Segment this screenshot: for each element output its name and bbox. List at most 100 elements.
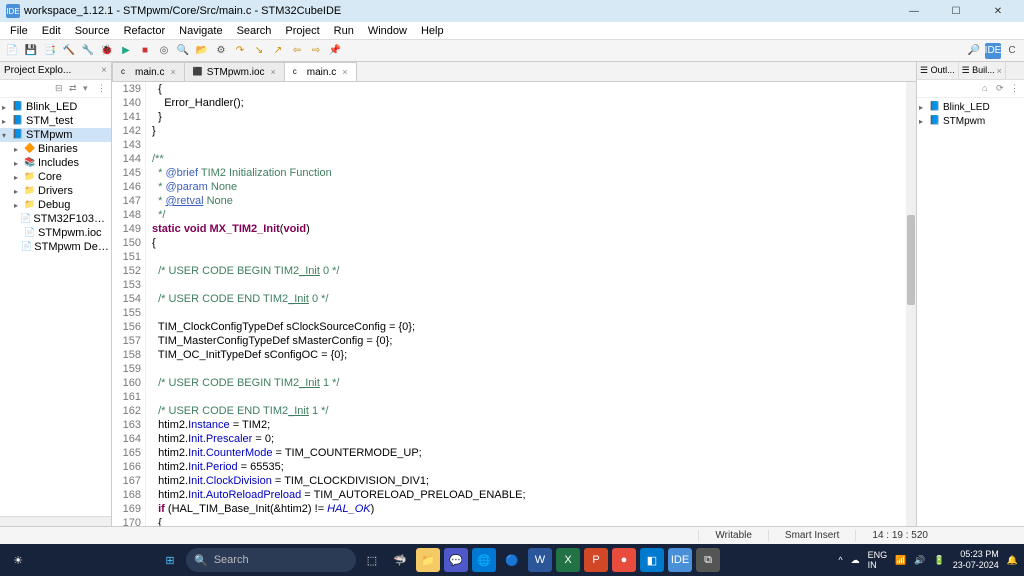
task-view-icon[interactable]: ⬚: [360, 548, 384, 572]
chrome-icon[interactable]: 🔵: [500, 548, 524, 572]
maximize-button[interactable]: ☐: [936, 1, 976, 21]
tree-item[interactable]: ▸📘STM_test: [0, 114, 111, 128]
code-body[interactable]: { Error_Handler(); } } /** * @brief TIM2…: [146, 82, 916, 526]
tree-item[interactable]: 📄STM32F103C8TX_FLAS: [0, 212, 111, 226]
open-type-icon[interactable]: ◎: [156, 43, 172, 59]
tree-item[interactable]: ▾📘STMpwm: [0, 128, 111, 142]
quick-access-icon[interactable]: 🔎: [966, 43, 982, 59]
tree-item[interactable]: ▸📁Drivers: [0, 184, 111, 198]
tree-item[interactable]: ▸📘STMpwm: [917, 114, 1024, 128]
notifications-icon[interactable]: 🔔: [1007, 555, 1018, 566]
debug-icon[interactable]: 🐞: [99, 43, 115, 59]
save-all-icon[interactable]: 📑: [42, 43, 58, 59]
collapse-all-icon[interactable]: ⊟: [55, 83, 67, 95]
word-icon[interactable]: W: [528, 548, 552, 572]
tree-item[interactable]: ▸📚Includes: [0, 156, 111, 170]
menu-search[interactable]: Search: [231, 23, 278, 39]
project-explorer-toolbar: ⊟ ⇄ ▾ ⋮: [0, 80, 111, 98]
hammer-icon[interactable]: 🔨: [61, 43, 77, 59]
folder-icon[interactable]: 📂: [194, 43, 210, 59]
wrench-icon[interactable]: 🔧: [80, 43, 96, 59]
minimize-button[interactable]: —: [894, 1, 934, 21]
right-tab[interactable]: ☰ Buil...×: [959, 62, 1006, 79]
search-icon[interactable]: 🔍: [175, 43, 191, 59]
tab-close-icon[interactable]: ×: [342, 67, 347, 77]
menu-navigate[interactable]: Navigate: [173, 23, 228, 39]
serial-icon[interactable]: ⧉: [696, 548, 720, 572]
battery-icon[interactable]: 🔋: [934, 555, 945, 566]
step-into-icon[interactable]: ↘: [251, 43, 267, 59]
right-panel: ☰ Outl...☰ Buil...× ⌂ ⟳ ⋮ ▸📘Blink_LED▸📘S…: [916, 62, 1024, 526]
view-menu-icon[interactable]: ⋮: [1010, 83, 1022, 95]
menu-file[interactable]: File: [4, 23, 34, 39]
home-icon[interactable]: ⌂: [982, 83, 994, 95]
refresh-icon[interactable]: ⟳: [996, 83, 1008, 95]
editor-tab[interactable]: cmain.c×: [284, 62, 357, 81]
excel-icon[interactable]: X: [556, 548, 580, 572]
tree-item[interactable]: ▸📘Blink_LED: [917, 100, 1024, 114]
editor-tab[interactable]: ⬛STMpwm.ioc×: [184, 62, 285, 81]
app-icon[interactable]: ●: [612, 548, 636, 572]
step-over-icon[interactable]: ↷: [232, 43, 248, 59]
lang-indicator[interactable]: ENG IN: [868, 550, 888, 570]
right-tab[interactable]: ☰ Outl...: [917, 62, 959, 79]
menu-edit[interactable]: Edit: [36, 23, 67, 39]
perspective-c-icon[interactable]: C: [1004, 43, 1020, 59]
chevron-up-icon[interactable]: ^: [838, 555, 842, 565]
scrollbar-thumb[interactable]: [907, 215, 915, 305]
weather-icon[interactable]: ☀: [6, 548, 30, 572]
panel-close-icon[interactable]: ×: [101, 65, 107, 76]
step-return-icon[interactable]: ↗: [270, 43, 286, 59]
tree-item[interactable]: 📄STMpwm Debug.laun: [0, 240, 111, 254]
tab-close-icon[interactable]: ×: [271, 67, 276, 77]
menu-run[interactable]: Run: [328, 23, 360, 39]
menu-window[interactable]: Window: [362, 23, 413, 39]
new-icon[interactable]: 📄: [4, 43, 20, 59]
volume-icon[interactable]: 🔊: [914, 555, 925, 566]
tree-item[interactable]: ▸📁Debug: [0, 198, 111, 212]
tree-item[interactable]: 📄STMpwm.ioc: [0, 226, 111, 240]
statusbar: Writable Smart Insert 14 : 19 : 520: [0, 526, 1024, 544]
ide-icon[interactable]: IDE: [668, 548, 692, 572]
tab-close-icon[interactable]: ×: [170, 67, 175, 77]
perspective-debug-icon[interactable]: IDE: [985, 43, 1001, 59]
tree-item[interactable]: ▸🔶Binaries: [0, 142, 111, 156]
menu-source[interactable]: Source: [69, 23, 116, 39]
taskbar-clock[interactable]: 05:23 PM 23-07-2024: [953, 549, 999, 571]
edge-icon[interactable]: 🌐: [472, 548, 496, 572]
wifi-icon[interactable]: 📶: [895, 555, 906, 566]
vscode-icon[interactable]: ◧: [640, 548, 664, 572]
shark-icon[interactable]: 🦈: [388, 548, 412, 572]
tree-item[interactable]: ▸📁Core: [0, 170, 111, 184]
project-explorer-title: Project Explo...: [4, 65, 71, 76]
link-editor-icon[interactable]: ⇄: [69, 83, 81, 95]
vertical-scrollbar[interactable]: [906, 82, 916, 526]
menu-help[interactable]: Help: [415, 23, 450, 39]
project-tree[interactable]: ▸📘Blink_LED▸📘STM_test▾📘STMpwm▸🔶Binaries▸…: [0, 98, 111, 256]
powerpoint-icon[interactable]: P: [584, 548, 608, 572]
explorer-icon[interactable]: 📁: [416, 548, 440, 572]
forward-icon[interactable]: ⇨: [308, 43, 324, 59]
stop-icon[interactable]: ■: [137, 43, 153, 59]
teams-icon[interactable]: 💬: [444, 548, 468, 572]
left-scrollbar[interactable]: [0, 516, 111, 526]
start-icon[interactable]: ⊞: [158, 548, 182, 572]
run-icon[interactable]: ▶: [118, 43, 134, 59]
view-menu-icon[interactable]: ⋮: [97, 83, 109, 95]
save-icon[interactable]: 💾: [23, 43, 39, 59]
editor-tab[interactable]: cmain.c×: [112, 62, 185, 81]
close-button[interactable]: ✕: [978, 1, 1018, 21]
menu-refactor[interactable]: Refactor: [118, 23, 172, 39]
menubar: FileEditSourceRefactorNavigateSearchProj…: [0, 22, 1024, 40]
settings-icon[interactable]: ⚙: [213, 43, 229, 59]
pin-icon[interactable]: 📌: [327, 43, 343, 59]
tree-item[interactable]: ▸📘Blink_LED: [0, 100, 111, 114]
menu-project[interactable]: Project: [279, 23, 325, 39]
cloud-icon[interactable]: ☁: [851, 555, 860, 566]
back-icon[interactable]: ⇦: [289, 43, 305, 59]
code-editor[interactable]: 139 140 141 142 143 144 145 146 147 148 …: [112, 82, 916, 526]
build-targets-tree[interactable]: ▸📘Blink_LED▸📘STMpwm: [917, 98, 1024, 130]
filter-icon[interactable]: ▾: [83, 83, 95, 95]
right-panel-tabs: ☰ Outl...☰ Buil...×: [917, 62, 1024, 80]
taskbar-search[interactable]: 🔍 Search: [186, 548, 356, 572]
